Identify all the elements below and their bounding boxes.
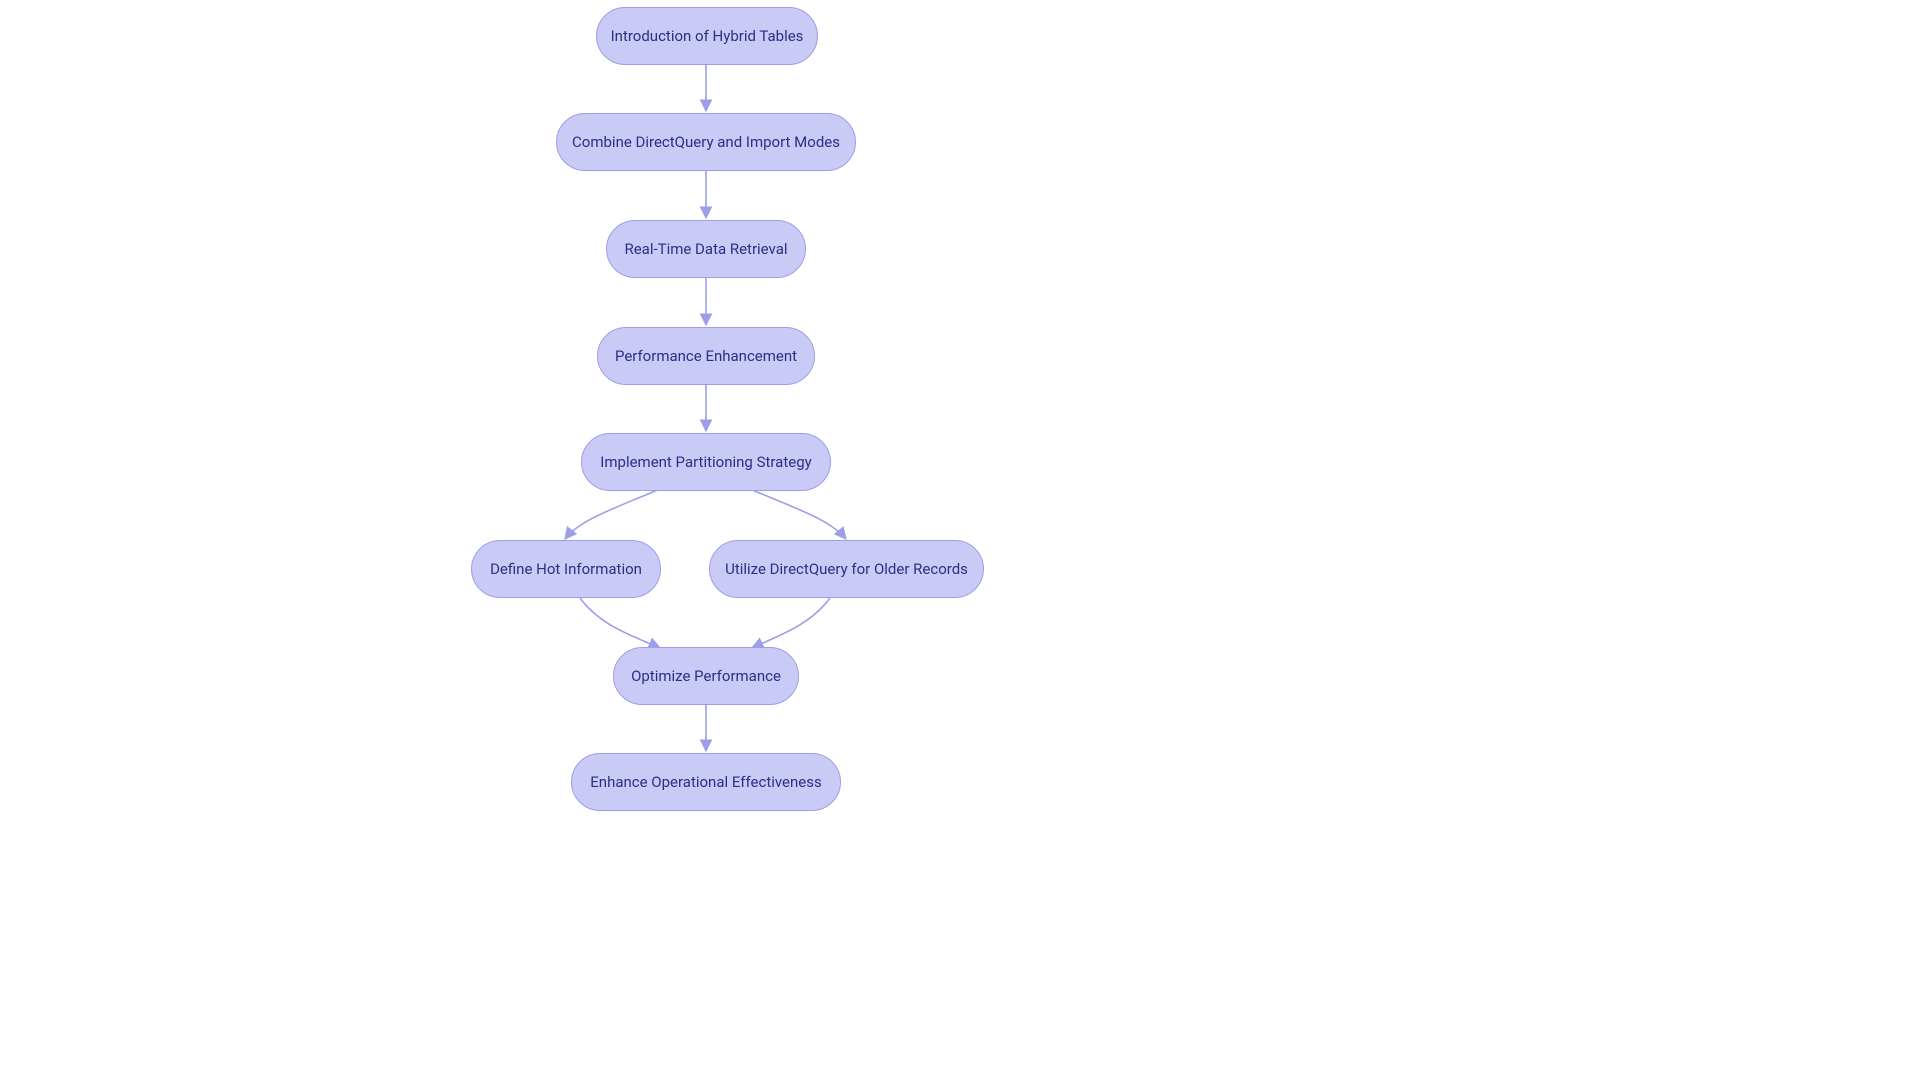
flowchart-canvas: Introduction of Hybrid Tables Combine Di… <box>0 0 1920 1083</box>
node-introduction-hybrid-tables: Introduction of Hybrid Tables <box>596 7 818 65</box>
node-label: Utilize DirectQuery for Older Records <box>725 560 968 578</box>
edge-n5-n6 <box>565 489 660 539</box>
edge-n5-n7 <box>750 489 846 539</box>
node-implement-partitioning: Implement Partitioning Strategy <box>581 433 831 491</box>
node-label: Enhance Operational Effectiveness <box>590 773 821 791</box>
node-label: Implement Partitioning Strategy <box>600 453 811 471</box>
node-combine-modes: Combine DirectQuery and Import Modes <box>556 113 856 171</box>
edge-n7-n8 <box>752 598 830 648</box>
node-label: Define Hot Information <box>490 560 642 578</box>
node-label: Introduction of Hybrid Tables <box>611 27 804 45</box>
node-label: Optimize Performance <box>631 667 781 685</box>
node-label: Combine DirectQuery and Import Modes <box>572 133 840 151</box>
node-directquery-older-records: Utilize DirectQuery for Older Records <box>709 540 984 598</box>
node-performance-enhancement: Performance Enhancement <box>597 327 815 385</box>
node-label: Performance Enhancement <box>615 347 797 365</box>
node-define-hot-info: Define Hot Information <box>471 540 661 598</box>
node-enhance-operational-effectiveness: Enhance Operational Effectiveness <box>571 753 841 811</box>
node-optimize-performance: Optimize Performance <box>613 647 799 705</box>
node-label: Real-Time Data Retrieval <box>624 240 787 258</box>
node-real-time-data: Real-Time Data Retrieval <box>606 220 806 278</box>
edge-n6-n8 <box>580 598 660 648</box>
